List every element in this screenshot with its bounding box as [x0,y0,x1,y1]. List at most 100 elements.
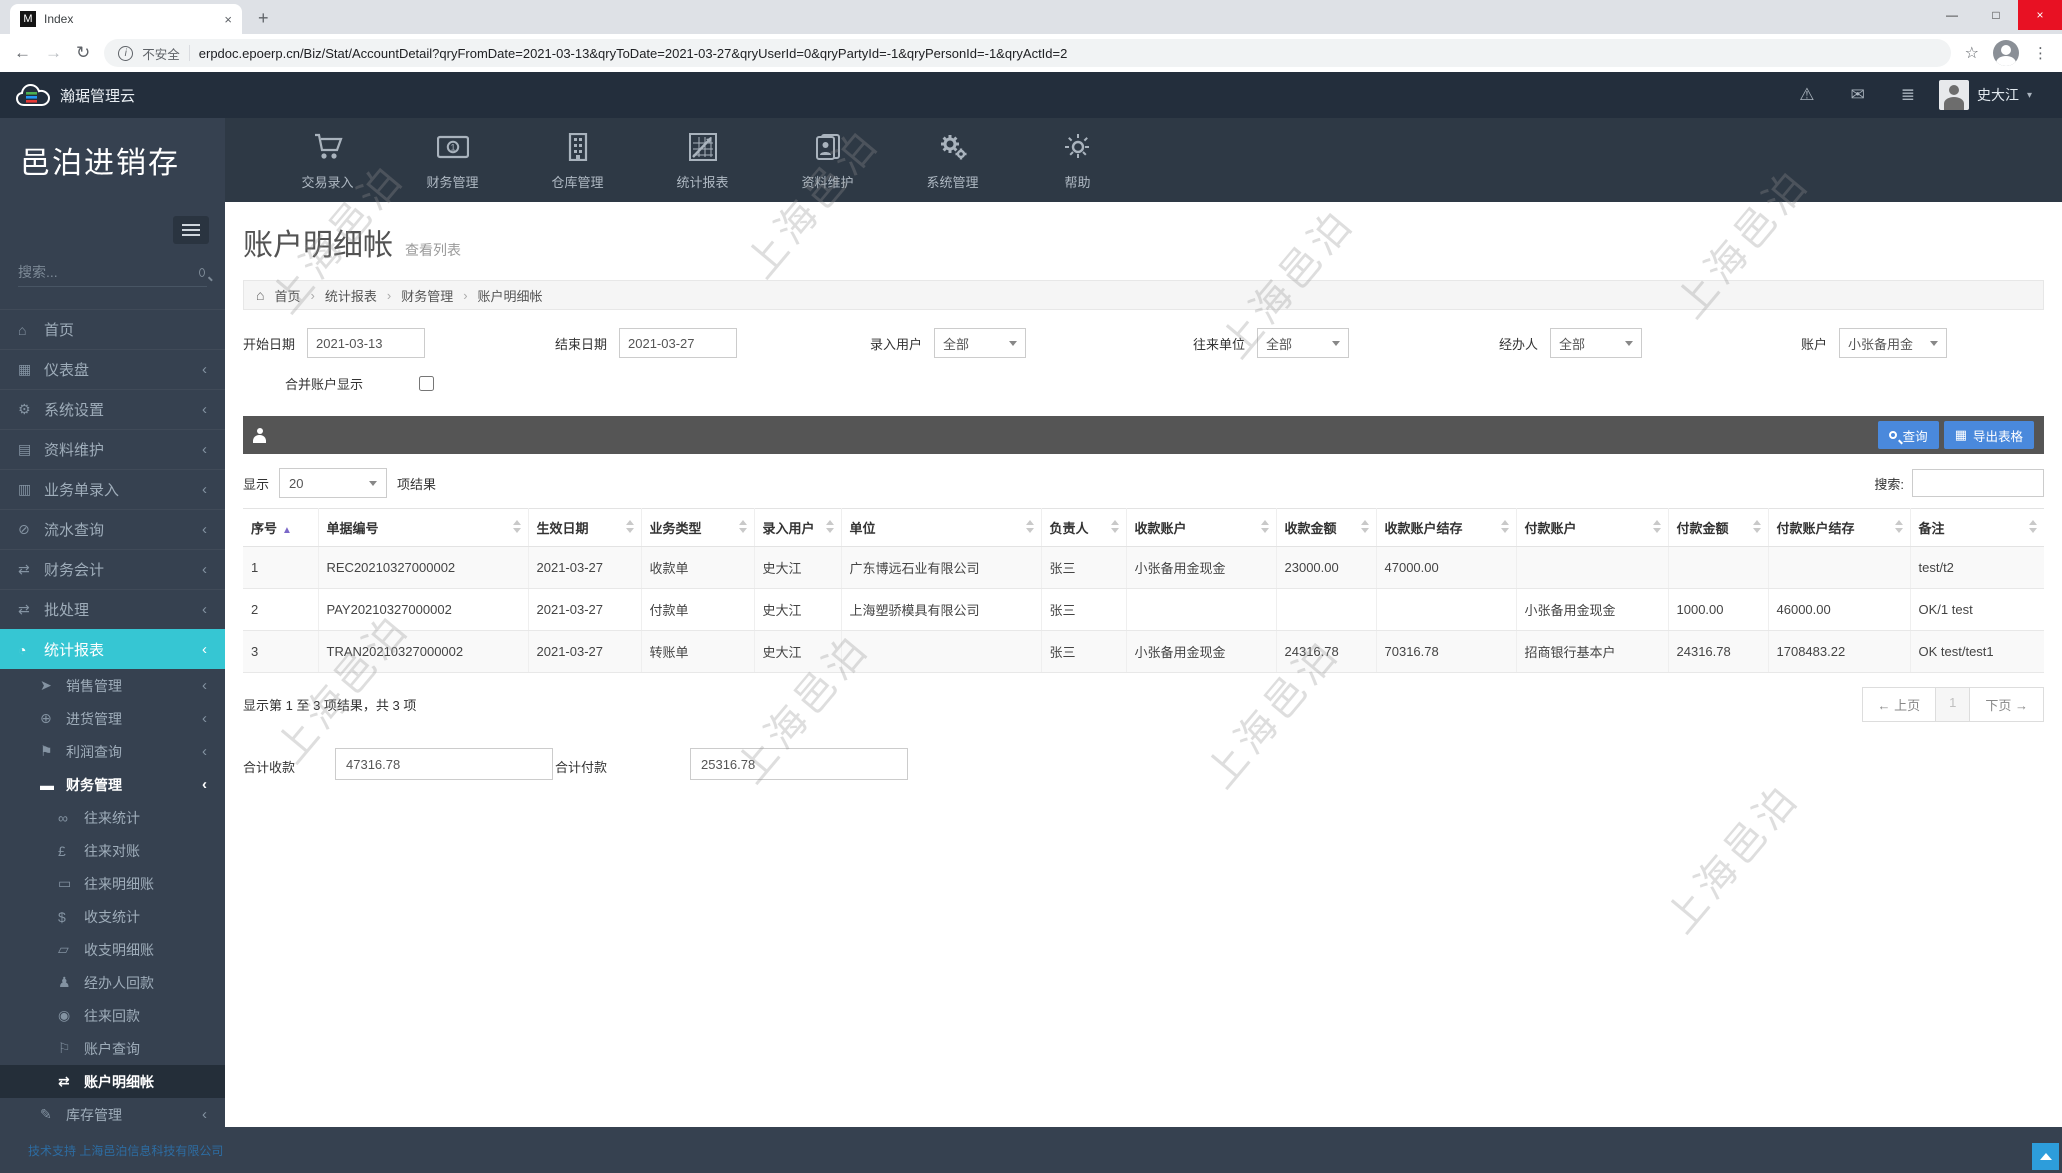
entry-user-select[interactable]: 全部 [934,328,1027,358]
col-doc-no[interactable]: 单据编号 [318,508,529,547]
breadcrumb-home[interactable]: 首页 [274,286,300,305]
total-payment-input[interactable] [690,748,908,780]
nav-help[interactable]: 帮助 [1015,118,1140,202]
shuffle-icon: ⇄ [18,601,30,617]
address-bar[interactable]: i 不安全 erpdoc.epoerp.cn/Biz/Stat/AccountD… [104,39,1951,67]
sidebar-item-system-settings[interactable]: ⚙ 系统设置 ‹ [0,389,225,429]
nav-warehouse-mgmt[interactable]: 仓库管理 [515,118,640,202]
col-receipt-balance[interactable]: 收款账户结存 [1376,508,1517,547]
sidebar-item-stats-report[interactable]: ◔ 统计报表 ‹ [0,629,225,669]
nav-finance-mgmt[interactable]: 1 财务管理 [390,118,515,202]
sidebar-item-data-maintenance[interactable]: ▤ 资料维护 ‹ [0,429,225,469]
new-tab-button[interactable]: + [258,9,269,27]
browser-tab[interactable]: M Index × [10,4,242,34]
results-info: 显示第 1 至 3 项结果，共 3 项 [243,698,417,713]
sidebar-item-income-expense-stats[interactable]: $ 收支统计 [0,900,225,933]
sidebar-item-agent-collection[interactable]: ♟ 经办人回款 [0,966,225,999]
search-icon[interactable] [199,267,205,277]
account-label: 账户 [1801,336,1828,352]
chevron-down-icon: ▾ [2026,89,2032,101]
sidebar-item-party-collection[interactable]: ◉ 往来回款 [0,999,225,1032]
sidebar-item-party-ledger[interactable]: ▭ 往来明细账 [0,867,225,900]
page-size-select[interactable]: 20 [279,468,388,498]
col-entry-user[interactable]: 录入用户 [754,508,842,547]
col-unit[interactable]: 单位 [841,508,1042,547]
sidebar-item-finance-mgmt[interactable]: ▬ 财务管理 ‹ [0,768,225,801]
sidebar-item-finance-accounting[interactable]: ⇄ 财务会计 ‹ [0,549,225,589]
tab-close-icon[interactable]: × [224,12,232,27]
start-date-input[interactable] [307,328,426,358]
sidebar-search-input[interactable] [18,264,199,280]
sort-icon [1260,519,1269,533]
col-payment-account[interactable]: 付款账户 [1516,508,1669,547]
total-receipt-input[interactable] [335,748,553,780]
table-row[interactable]: 1 REC20210327000002 2021-03-27 收款单 史大江 广东博远… [243,546,2044,589]
col-biz-type[interactable]: 业务类型 [641,508,755,547]
export-table-button[interactable]: ▦ 导出表格 [1943,421,2034,449]
nav-data-maintenance[interactable]: 资料维护 [765,118,890,202]
nav-system-mgmt[interactable]: 系统管理 [890,118,1015,202]
sidebar-item-party-stats[interactable]: ∞ 往来统计 [0,801,225,834]
sidebar-item-batch-process[interactable]: ⇄ 批处理 ‹ [0,589,225,629]
sidebar-item-party-reconcile[interactable]: £ 往来对账 [0,834,225,867]
browser-profile-avatar[interactable] [1993,40,2019,66]
reload-icon[interactable]: ↻ [76,43,90,63]
col-payment-balance[interactable]: 付款账户结存 [1768,508,1911,547]
favicon: M [20,11,36,27]
sidebar-item-profit-query[interactable]: ⚑ 利润查询 ‹ [0,735,225,768]
back-to-top-button[interactable] [2032,1143,2059,1170]
table-row[interactable]: 3 TRAN20210327000002 2021-03-27 转账单 史大江 张三… [243,630,2044,673]
merge-accounts-checkbox[interactable] [419,376,435,391]
col-owner[interactable]: 负责人 [1041,508,1127,547]
agent-select[interactable]: 全部 [1550,328,1643,358]
page-size-label: 显示 [243,476,270,492]
col-receipt-account[interactable]: 收款账户 [1126,508,1277,547]
window-minimize-button[interactable]: — [1930,0,1974,30]
gears-icon [937,129,969,165]
breadcrumb-stats-report[interactable]: 统计报表 [325,286,377,305]
sidebar-item-account-query[interactable]: ⚐ 账户查询 [0,1032,225,1065]
sidebar-item-flow-query[interactable]: ⊘ 流水查询 ‹ [0,509,225,549]
sidebar-item-purchase-mgmt[interactable]: ⊕ 进货管理 ‹ [0,702,225,735]
window-maximize-button[interactable]: □ [1974,0,2018,30]
svg-text:1: 1 [450,143,455,153]
url-text[interactable]: erpdoc.epoerp.cn/Biz/Stat/AccountDetail?… [199,46,1068,61]
breadcrumb-finance-mgmt[interactable]: 财务管理 [401,286,453,305]
alert-icon[interactable]: ⚠ [1799,85,1814,105]
forward-icon[interactable]: → [45,43,62,63]
party-select[interactable]: 全部 [1257,328,1350,358]
user-menu[interactable]: 史大江 ▾ [1938,80,2032,110]
account-select[interactable]: 小张备用金 [1839,328,1948,358]
current-page[interactable]: 1 [1936,687,1970,722]
prev-page-button[interactable]: ← 上页 [1861,687,1937,722]
col-remark[interactable]: 备注 [1910,508,2044,547]
sidebar-item-income-expense-ledger[interactable]: ▱ 收支明细账 [0,933,225,966]
sort-icon [1360,519,1369,533]
sidebar-item-account-detail[interactable]: ⇄ 账户明细帐 [0,1065,225,1098]
sidebar-item-home[interactable]: ⌂ 首页 [0,309,225,349]
col-effective-date[interactable]: 生效日期 [528,508,642,547]
chevron-icon: ‹ [202,481,207,498]
nav-trade-entry[interactable]: 交易录入 [265,118,390,202]
sidebar-item-order-entry[interactable]: ▥ 业务单录入 ‹ [0,469,225,509]
query-button[interactable]: 查询 [1877,421,1939,449]
table-row[interactable]: 2 PAY20210327000002 2021-03-27 付款单 史大江 上海塑骄… [243,588,2044,631]
end-date-input[interactable] [619,328,738,358]
sidebar-item-sales-mgmt[interactable]: ➤ 销售管理 ‹ [0,669,225,702]
sidebar-item-dashboard[interactable]: ▦ 仪表盘 ‹ [0,349,225,389]
window-close-button[interactable]: × [2018,0,2062,30]
server-icon[interactable]: ≣ [1901,85,1915,105]
bookmark-star-icon[interactable]: ☆ [1965,43,1979,63]
sidebar-collapse-button[interactable] [173,216,209,244]
col-payment-amount[interactable]: 付款金额 [1668,508,1769,547]
next-page-button[interactable]: 下页 → [1969,687,2044,722]
mail-icon[interactable]: ✉ [1850,85,1864,105]
browser-menu-icon[interactable]: ⋮ [2033,44,2048,62]
table-search-input[interactable] [1912,469,2044,497]
caret-down-icon [369,480,378,486]
col-seq[interactable]: 序号 ▲ [243,508,319,547]
col-receipt-amount[interactable]: 收款金额 [1276,508,1377,547]
site-info-icon[interactable]: i [118,45,134,61]
back-icon[interactable]: ← [14,43,31,63]
nav-stats-report[interactable]: 统计报表 [640,118,765,202]
